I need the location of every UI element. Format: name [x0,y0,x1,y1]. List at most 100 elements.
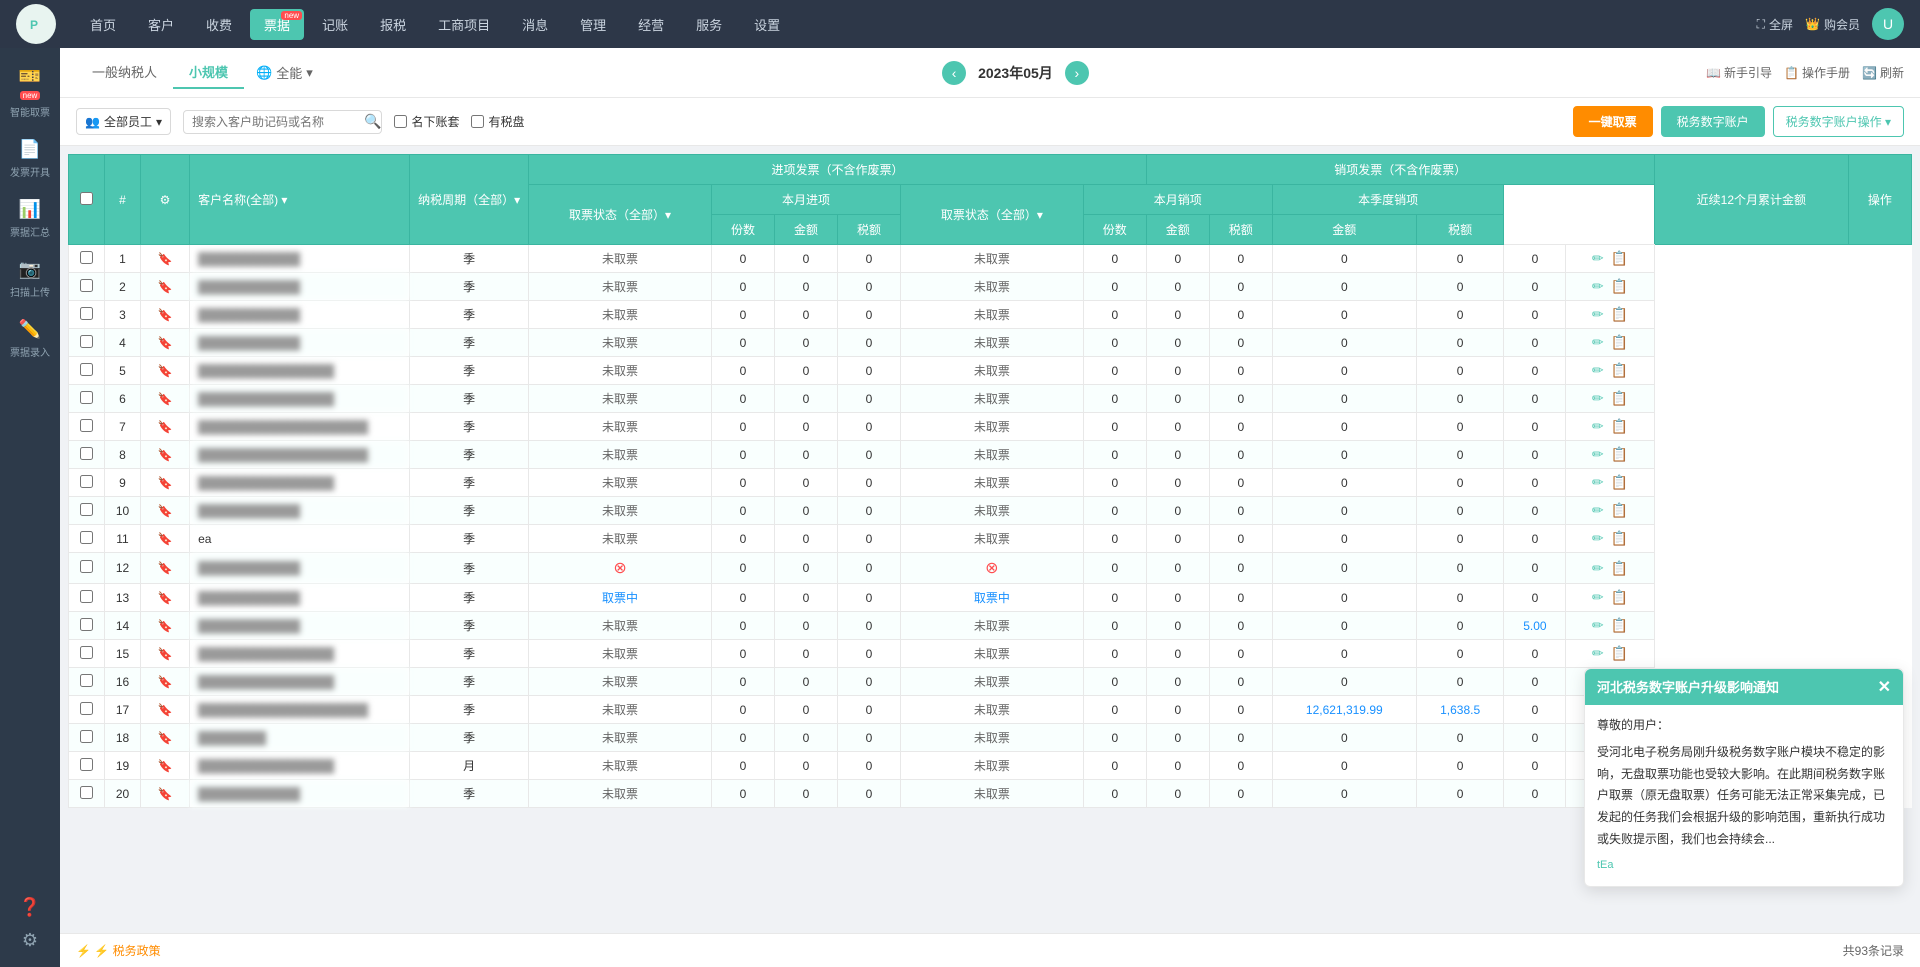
copy-icon[interactable]: 📋 [1611,502,1628,518]
edit-icon[interactable]: ✏ [1592,390,1604,406]
row-bookmark-icon[interactable]: 🔖 [141,724,190,752]
employee-select[interactable]: 👥 全部员工 ▾ [76,108,171,135]
nav-business[interactable]: 工商项目 [424,9,504,40]
row-checkbox[interactable] [80,279,93,292]
row-checkbox[interactable] [80,646,93,659]
nav-settings[interactable]: 设置 [740,9,794,40]
edit-icon[interactable]: ✏ [1592,530,1604,546]
sidebar-item-invoice-summary[interactable]: 📊 票据汇总 [3,191,57,247]
row-bookmark-icon[interactable]: 🔖 [141,329,190,357]
copy-icon[interactable]: 📋 [1611,530,1628,546]
copy-icon[interactable]: 📋 [1611,390,1628,406]
copy-icon[interactable]: 📋 [1611,306,1628,322]
row-checkbox[interactable] [80,758,93,771]
edit-icon[interactable]: ✏ [1592,334,1604,350]
th-out-status[interactable]: 取票状态（全部）▾ [900,185,1083,245]
row-checkbox[interactable] [80,251,93,264]
edit-icon[interactable]: ✏ [1592,306,1604,322]
row-checkbox[interactable] [80,531,93,544]
row-checkbox[interactable] [80,786,93,799]
user-avatar[interactable]: U [1872,8,1904,40]
row-checkbox[interactable] [80,335,93,348]
notification-close-button[interactable]: ✕ [1878,677,1891,697]
row-checkbox[interactable] [80,590,93,603]
row-checkbox[interactable] [80,674,93,687]
tab-general-taxpayer[interactable]: 一般纳税人 [76,56,173,89]
row-checkbox[interactable] [80,391,93,404]
row-checkbox[interactable] [80,447,93,460]
copy-icon[interactable]: 📋 [1611,362,1628,378]
edit-icon[interactable]: ✏ [1592,250,1604,266]
th-settings[interactable]: ⚙ [141,155,190,245]
my-accounts-checkbox-label[interactable]: 名下账套 [394,113,459,130]
row-bookmark-icon[interactable]: 🔖 [141,245,190,273]
row-bookmark-icon[interactable]: 🔖 [141,385,190,413]
nav-bookkeeping[interactable]: 记账 [308,9,362,40]
copy-icon[interactable]: 📋 [1611,474,1628,490]
one-click-ticket-button[interactable]: 一键取票 [1573,106,1653,137]
sidebar-item-scan-upload[interactable]: 📷 扫描上传 [3,251,57,307]
edit-icon[interactable]: ✏ [1592,446,1604,462]
has-tax-disk-checkbox[interactable] [471,115,484,128]
row-bookmark-icon[interactable]: 🔖 [141,525,190,553]
nav-service[interactable]: 服务 [682,9,736,40]
my-accounts-checkbox[interactable] [394,115,407,128]
row-bookmark-icon[interactable]: 🔖 [141,553,190,584]
row-bookmark-icon[interactable]: 🔖 [141,752,190,780]
th-client-name[interactable]: 客户名称(全部) ▾ [190,155,410,245]
row-bookmark-icon[interactable]: 🔖 [141,640,190,668]
nav-operate[interactable]: 经营 [624,9,678,40]
row-bookmark-icon[interactable]: 🔖 [141,584,190,612]
edit-icon[interactable]: ✏ [1592,362,1604,378]
tab-full-capability[interactable]: 🌐 全能 ▾ [244,56,325,89]
row-bookmark-icon[interactable]: 🔖 [141,469,190,497]
row-bookmark-icon[interactable]: 🔖 [141,413,190,441]
select-all-checkbox[interactable] [80,192,93,205]
help-icon[interactable]: ❓ [19,897,41,918]
search-input[interactable] [184,111,364,133]
copy-icon[interactable]: 📋 [1611,334,1628,350]
edit-icon[interactable]: ✏ [1592,617,1604,633]
copy-icon[interactable]: 📋 [1611,589,1628,605]
copy-icon[interactable]: 📋 [1611,250,1628,266]
edit-icon[interactable]: ✏ [1592,474,1604,490]
copy-icon[interactable]: 📋 [1611,560,1628,576]
prev-month-button[interactable]: ‹ [942,61,966,85]
nav-fee[interactable]: 收费 [192,9,246,40]
copy-icon[interactable]: 📋 [1611,645,1628,661]
row-checkbox[interactable] [80,307,93,320]
new-guide-link[interactable]: 📖 新手引导 [1706,64,1772,81]
copy-icon[interactable]: 📋 [1611,418,1628,434]
row-bookmark-icon[interactable]: 🔖 [141,301,190,329]
row-bookmark-icon[interactable]: 🔖 [141,273,190,301]
row-checkbox[interactable] [80,363,93,376]
nav-ticket[interactable]: 票据 new [250,9,304,40]
edit-icon[interactable]: ✏ [1592,589,1604,605]
nav-tax[interactable]: 报税 [366,9,420,40]
edit-icon[interactable]: ✏ [1592,560,1604,576]
row-checkbox[interactable] [80,503,93,516]
sidebar-item-invoice-open[interactable]: 📄 发票开具 [3,131,57,187]
row-checkbox[interactable] [80,702,93,715]
manual-link[interactable]: 📋 操作手册 [1784,64,1850,81]
row-checkbox[interactable] [80,618,93,631]
row-bookmark-icon[interactable]: 🔖 [141,357,190,385]
nav-client[interactable]: 客户 [134,9,188,40]
search-button[interactable]: 🔍 [364,113,381,130]
row-checkbox[interactable] [80,419,93,432]
row-bookmark-icon[interactable]: 🔖 [141,441,190,469]
fullscreen-button[interactable]: ⛶ 全屏 [1757,16,1793,33]
row-bookmark-icon[interactable]: 🔖 [141,780,190,808]
nav-home[interactable]: 首页 [76,9,130,40]
th-in-status[interactable]: 取票状态（全部）▾ [529,185,712,245]
has-tax-disk-checkbox-label[interactable]: 有税盘 [471,113,524,130]
row-bookmark-icon[interactable]: 🔖 [141,497,190,525]
tax-policy-link[interactable]: ⚡ ⚡ 税务政策 [76,942,161,959]
edit-icon[interactable]: ✏ [1592,278,1604,294]
refresh-link[interactable]: 🔄 刷新 [1862,64,1904,81]
nav-message[interactable]: 消息 [508,9,562,40]
row-checkbox[interactable] [80,475,93,488]
next-month-button[interactable]: › [1065,61,1089,85]
copy-icon[interactable]: 📋 [1611,446,1628,462]
edit-icon[interactable]: ✏ [1592,502,1604,518]
